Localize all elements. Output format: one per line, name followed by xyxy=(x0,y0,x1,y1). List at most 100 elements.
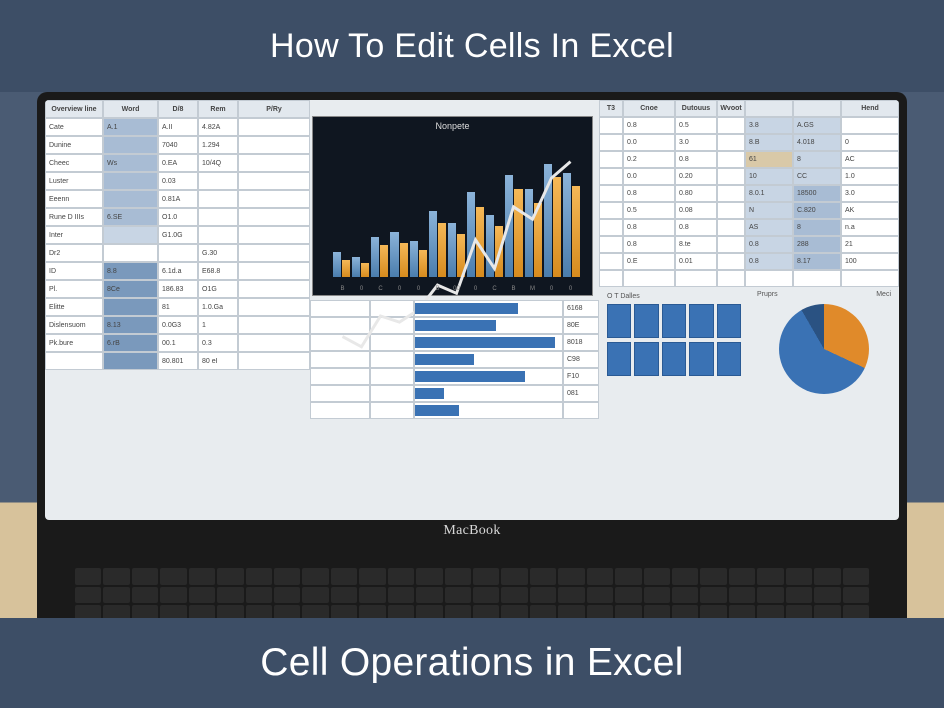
spreadsheet-cell[interactable]: C.820 xyxy=(793,202,841,219)
spreadsheet-cell[interactable]: 10/4Q xyxy=(198,154,238,172)
spreadsheet-cell[interactable] xyxy=(717,253,745,270)
spreadsheet-cell[interactable]: Hend xyxy=(841,100,899,117)
spreadsheet-cell[interactable] xyxy=(599,117,623,134)
spreadsheet-cell[interactable]: 0.03 xyxy=(158,172,198,190)
spreadsheet-cell[interactable]: 18500 xyxy=(793,185,841,202)
spreadsheet-cell[interactable] xyxy=(717,134,745,151)
hbar-cell[interactable] xyxy=(414,385,563,402)
spreadsheet-cell[interactable] xyxy=(717,219,745,236)
hbar-cell[interactable] xyxy=(414,402,563,419)
spreadsheet-cell[interactable]: T3 xyxy=(599,100,623,117)
spreadsheet-cell[interactable] xyxy=(310,385,370,402)
spreadsheet-cell[interactable]: 0.5 xyxy=(623,202,675,219)
spreadsheet-cell[interactable]: 0.0 xyxy=(623,134,675,151)
spreadsheet-cell[interactable] xyxy=(238,226,310,244)
spreadsheet-cell[interactable]: 0.8 xyxy=(623,219,675,236)
spreadsheet-cell[interactable] xyxy=(841,270,899,287)
spreadsheet-cell[interactable] xyxy=(563,402,599,419)
spreadsheet-cell[interactable]: 6.1d.a xyxy=(158,262,198,280)
spreadsheet-cell[interactable] xyxy=(745,270,793,287)
spreadsheet-cell[interactable] xyxy=(45,352,103,370)
spreadsheet-cell[interactable]: Cnoe xyxy=(623,100,675,117)
spreadsheet-cell[interactable]: CC xyxy=(793,168,841,185)
spreadsheet-cell[interactable]: 8.te xyxy=(675,236,717,253)
spreadsheet-cell[interactable]: 0.8 xyxy=(623,236,675,253)
spreadsheet-cell[interactable]: AC xyxy=(841,151,899,168)
spreadsheet-cell[interactable]: D/8 xyxy=(158,100,198,118)
spreadsheet-cell[interactable] xyxy=(198,190,238,208)
spreadsheet-cell[interactable] xyxy=(310,368,370,385)
spreadsheet-cell[interactable]: 081 xyxy=(563,385,599,402)
spreadsheet-cell[interactable]: ID xyxy=(45,262,103,280)
spreadsheet-cell[interactable] xyxy=(370,351,414,368)
spreadsheet-cell[interactable]: 0 xyxy=(841,134,899,151)
spreadsheet-cell[interactable]: 0.81A xyxy=(158,190,198,208)
spreadsheet-cell[interactable] xyxy=(793,100,841,117)
spreadsheet-cell[interactable] xyxy=(198,208,238,226)
hbar-cell[interactable] xyxy=(414,317,563,334)
spreadsheet-cell[interactable]: C98 xyxy=(563,351,599,368)
spreadsheet-cell[interactable]: 8.8 xyxy=(103,262,158,280)
spreadsheet-cell[interactable] xyxy=(198,226,238,244)
spreadsheet-cell[interactable]: 100 xyxy=(841,253,899,270)
spreadsheet-cell[interactable] xyxy=(238,334,310,352)
spreadsheet-cell[interactable]: 1.294 xyxy=(198,136,238,154)
hbar-cell[interactable] xyxy=(414,300,563,317)
spreadsheet-cell[interactable] xyxy=(370,334,414,351)
spreadsheet-cell[interactable]: Elitte xyxy=(45,298,103,316)
spreadsheet-cell[interactable] xyxy=(103,190,158,208)
spreadsheet-cell[interactable] xyxy=(717,151,745,168)
spreadsheet-cell[interactable] xyxy=(793,270,841,287)
spreadsheet-cell[interactable] xyxy=(158,244,198,262)
spreadsheet-cell[interactable] xyxy=(103,352,158,370)
spreadsheet-cell[interactable]: A.II xyxy=(158,118,198,136)
spreadsheet-cell[interactable] xyxy=(841,117,899,134)
spreadsheet-cell[interactable]: 0.E xyxy=(623,253,675,270)
spreadsheet-cell[interactable] xyxy=(599,134,623,151)
spreadsheet-cell[interactable] xyxy=(103,226,158,244)
spreadsheet-cell[interactable] xyxy=(599,168,623,185)
spreadsheet-cell[interactable]: 0.08 xyxy=(675,202,717,219)
spreadsheet-cell[interactable]: 8018 xyxy=(563,334,599,351)
spreadsheet-cell[interactable]: 0.2 xyxy=(623,151,675,168)
spreadsheet-cell[interactable] xyxy=(717,117,745,134)
spreadsheet-cell[interactable] xyxy=(238,118,310,136)
spreadsheet-cell[interactable]: O1.0 xyxy=(158,208,198,226)
spreadsheet-cell[interactable]: 0.8 xyxy=(675,151,717,168)
spreadsheet-cell[interactable] xyxy=(310,334,370,351)
spreadsheet-cell[interactable]: Wvoot xyxy=(717,100,745,117)
spreadsheet-cell[interactable]: 80.801 xyxy=(158,352,198,370)
spreadsheet-cell[interactable] xyxy=(599,253,623,270)
spreadsheet-cell[interactable]: Pk.bure xyxy=(45,334,103,352)
spreadsheet-cell[interactable] xyxy=(238,208,310,226)
spreadsheet-cell[interactable]: N xyxy=(745,202,793,219)
spreadsheet-cell[interactable]: 80 eI xyxy=(198,352,238,370)
spreadsheet-cell[interactable]: 81 xyxy=(158,298,198,316)
spreadsheet-cell[interactable]: 8Ce xyxy=(103,280,158,298)
spreadsheet-cell[interactable] xyxy=(717,270,745,287)
spreadsheet-cell[interactable]: Cheec xyxy=(45,154,103,172)
spreadsheet-cell[interactable]: 0.80 xyxy=(675,185,717,202)
spreadsheet-cell[interactable] xyxy=(238,316,310,334)
spreadsheet-cell[interactable] xyxy=(599,202,623,219)
spreadsheet-cell[interactable] xyxy=(370,402,414,419)
spreadsheet-cell[interactable] xyxy=(238,136,310,154)
spreadsheet-cell[interactable]: n.a xyxy=(841,219,899,236)
spreadsheet-cell[interactable] xyxy=(238,298,310,316)
spreadsheet-cell[interactable] xyxy=(238,262,310,280)
spreadsheet-cell[interactable]: Dunine xyxy=(45,136,103,154)
spreadsheet-cell[interactable]: O1G xyxy=(198,280,238,298)
spreadsheet-cell[interactable] xyxy=(238,244,310,262)
spreadsheet-cell[interactable]: Inter xyxy=(45,226,103,244)
spreadsheet-cell[interactable] xyxy=(599,151,623,168)
spreadsheet-cell[interactable] xyxy=(675,270,717,287)
spreadsheet-cell[interactable]: 1.0 xyxy=(841,168,899,185)
spreadsheet-cell[interactable] xyxy=(103,244,158,262)
spreadsheet-cell[interactable] xyxy=(599,236,623,253)
spreadsheet-cell[interactable] xyxy=(370,317,414,334)
spreadsheet-cell[interactable]: Cate xyxy=(45,118,103,136)
spreadsheet-cell[interactable] xyxy=(370,385,414,402)
spreadsheet-cell[interactable] xyxy=(103,298,158,316)
spreadsheet-cell[interactable]: P/Ry xyxy=(238,100,310,118)
spreadsheet-cell[interactable] xyxy=(717,236,745,253)
